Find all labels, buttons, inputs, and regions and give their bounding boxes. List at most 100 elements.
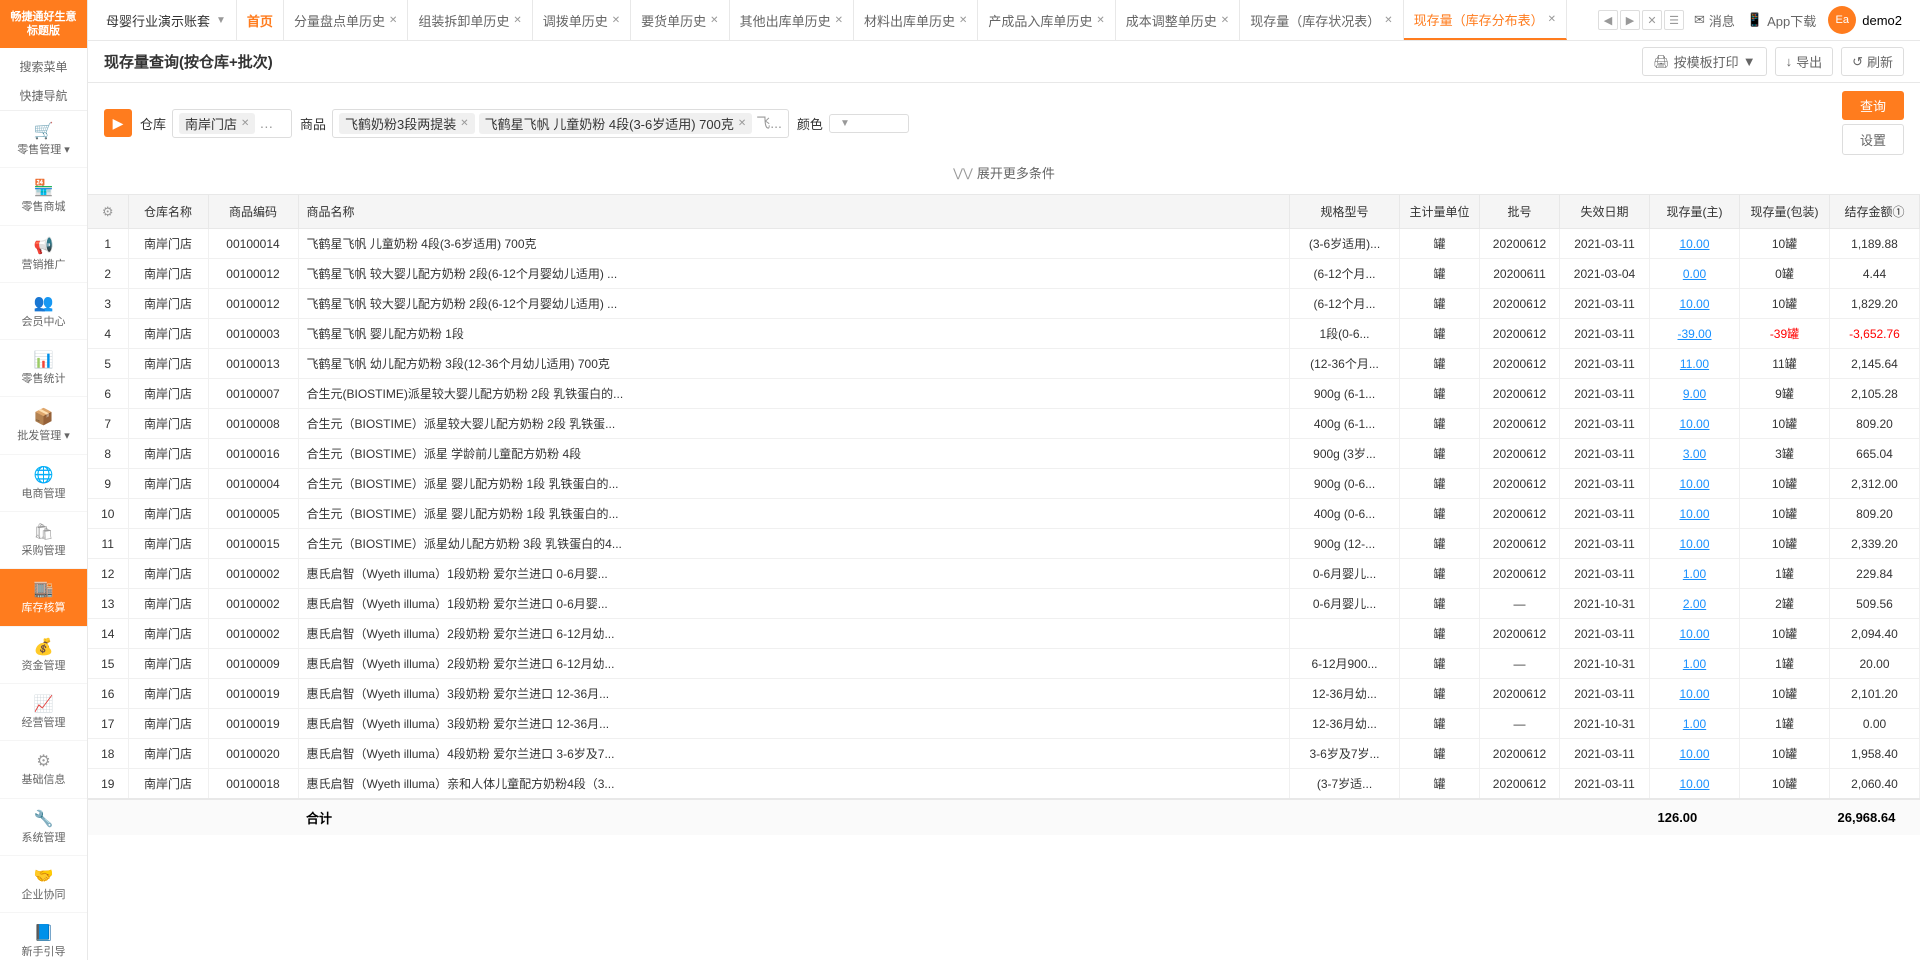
- tab-close-stock-dist[interactable]: ✕: [1548, 14, 1556, 25]
- tab-close-stock-status[interactable]: ✕: [1384, 15, 1392, 26]
- cell-r10-c1: 南岸门店: [128, 529, 208, 559]
- cell-r13-c8[interactable]: 10.00: [1650, 619, 1740, 649]
- table-row: 6南岸门店00100007合生元(BIOSTIME)派星较大婴儿配方奶粉 2段 …: [88, 379, 1920, 409]
- cell-r12-c8[interactable]: 2.00: [1650, 589, 1740, 619]
- cell-r14-c10: 20.00: [1830, 649, 1920, 679]
- cell-r5-c4: 900g (6-1...: [1290, 379, 1400, 409]
- cell-r5-c0: 6: [88, 379, 128, 409]
- product-tag-close-0[interactable]: ✕: [460, 118, 468, 129]
- tab-split[interactable]: 分量盘点单历史✕: [284, 0, 408, 40]
- tab-close-require[interactable]: ✕: [710, 15, 718, 26]
- finance-icon: 💰: [34, 637, 54, 657]
- sidebar: 畅捷通好生意 标题版 搜索菜单 快捷导航 🛒 零售管理 ▾ 🏪 零售商城 📢 营…: [0, 0, 88, 960]
- cell-r5-c8[interactable]: 9.00: [1650, 379, 1740, 409]
- tab-home[interactable]: 首页: [237, 0, 284, 40]
- warehouse-more-icon[interactable]: …: [259, 115, 273, 131]
- cell-r1-c8[interactable]: 0.00: [1650, 259, 1740, 289]
- cell-r8-c8[interactable]: 10.00: [1650, 469, 1740, 499]
- message-btn[interactable]: ✉ 消息: [1694, 11, 1735, 30]
- tab-scroll-right[interactable]: ▶: [1620, 10, 1640, 30]
- cell-r9-c8[interactable]: 10.00: [1650, 499, 1740, 529]
- tab-close-disassemble[interactable]: ✕: [513, 15, 521, 26]
- tab-stock-status[interactable]: 现存量（库存状况表）✕: [1240, 0, 1403, 40]
- export-btn[interactable]: ↓ 导出: [1775, 47, 1834, 76]
- filter-expand-btn[interactable]: ▶: [104, 109, 132, 137]
- tab-scroll-left[interactable]: ◀: [1598, 10, 1618, 30]
- cell-r6-c8[interactable]: 10.00: [1650, 409, 1740, 439]
- cell-r10-c8[interactable]: 10.00: [1650, 529, 1740, 559]
- cell-r11-c8[interactable]: 1.00: [1650, 559, 1740, 589]
- tab-label-require: 要货单历史: [641, 11, 706, 30]
- cell-r3-c8[interactable]: -39.00: [1650, 319, 1740, 349]
- table-row: 12南岸门店00100002惠氏启智（Wyeth illuma）1段奶粉 爱尔兰…: [88, 559, 1920, 589]
- cell-r14-c8[interactable]: 1.00: [1650, 649, 1740, 679]
- sidebar-item-system[interactable]: 🔧 系统管理: [0, 799, 87, 856]
- cell-r7-c8[interactable]: 3.00: [1650, 439, 1740, 469]
- tab-stock-dist[interactable]: 现存量（库存分布表）✕: [1404, 0, 1567, 40]
- quick-nav[interactable]: 快捷导航: [0, 81, 87, 111]
- tab-require[interactable]: 要货单历史 ✕: [631, 0, 729, 40]
- product-filter-input[interactable]: 飞鹤奶粉3段两提装✕飞鹤星飞帆 儿童奶粉 4段(3-6岁适用) 700克✕飞..…: [332, 109, 789, 138]
- user-menu[interactable]: Ea demo2: [1828, 6, 1902, 34]
- sidebar-item-ecom[interactable]: 🌐 电商管理: [0, 455, 87, 512]
- sidebar-item-marketing[interactable]: 📢 营销推广: [0, 226, 87, 283]
- warehouse-filter-input[interactable]: 南岸门店 ✕ …: [172, 109, 292, 138]
- table-row: 13南岸门店00100002惠氏启智（Wyeth illuma）1段奶粉 爱尔兰…: [88, 589, 1920, 619]
- settings-icon[interactable]: ⚙: [102, 204, 114, 219]
- warehouse-filter-group: 仓库 南岸门店 ✕ …: [140, 109, 292, 138]
- sidebar-item-purchase[interactable]: 🛍 采购管理: [0, 512, 87, 569]
- logo-text: 畅捷通好生意: [11, 10, 77, 24]
- sidebar-item-retail-shop[interactable]: 🏪 零售商城: [0, 168, 87, 225]
- tab-close-material-out[interactable]: ✕: [959, 15, 967, 26]
- tab-material-out[interactable]: 材料出库单历史✕: [854, 0, 978, 40]
- cell-r16-c6: —: [1480, 709, 1560, 739]
- tab-close-other-out[interactable]: ✕: [835, 15, 843, 26]
- tab-disassemble[interactable]: 组装拆卸单历史✕: [408, 0, 532, 40]
- sidebar-item-member[interactable]: 👥 会员中心: [0, 283, 87, 340]
- sidebar-item-retail-stat[interactable]: 📊 零售统计: [0, 340, 87, 397]
- cell-r0-c8[interactable]: 10.00: [1650, 229, 1740, 259]
- color-filter-input[interactable]: ▼: [829, 114, 909, 133]
- search-entry[interactable]: 搜索菜单: [0, 48, 87, 81]
- cell-r8-c7: 2021-03-11: [1560, 469, 1650, 499]
- top-navigation: 母婴行业演示账套 ▼ 首页分量盘点单历史✕组装拆卸单历史✕调拨单历史✕要货单历史…: [88, 0, 1920, 41]
- cell-r18-c8[interactable]: 10.00: [1650, 769, 1740, 800]
- tab-cost-adjust[interactable]: 成本调整单历史✕: [1116, 0, 1240, 40]
- app-download-btn[interactable]: 📱 App下载: [1747, 11, 1816, 30]
- sidebar-item-finance[interactable]: 💰 资金管理: [0, 627, 87, 684]
- settings-btn[interactable]: 设置: [1842, 124, 1904, 155]
- tab-close-product-in[interactable]: ✕: [1096, 15, 1104, 26]
- tab-product-in[interactable]: 产成品入库单历史✕: [978, 0, 1115, 40]
- cell-r16-c8[interactable]: 1.00: [1650, 709, 1740, 739]
- tab-scroll-arrows: ◀ ▶ ✕ ☰: [1598, 10, 1684, 30]
- product-more-icon[interactable]: 飞...: [756, 113, 782, 133]
- sidebar-item-retail[interactable]: 🛒 零售管理 ▾: [0, 111, 87, 168]
- cell-r15-c8[interactable]: 10.00: [1650, 679, 1740, 709]
- tab-close-cost-adjust[interactable]: ✕: [1221, 15, 1229, 26]
- warehouse-tag-close[interactable]: ✕: [241, 118, 249, 129]
- refresh-btn[interactable]: ↺ 刷新: [1841, 47, 1904, 76]
- cell-r17-c8[interactable]: 10.00: [1650, 739, 1740, 769]
- query-btn[interactable]: 查询: [1842, 91, 1904, 120]
- tab-close-mix[interactable]: ✕: [612, 15, 620, 26]
- sidebar-item-basics[interactable]: ⚙ 基础信息: [0, 741, 87, 798]
- sidebar-item-inventory[interactable]: 🏬 库存核算: [0, 569, 87, 626]
- sidebar-item-collab[interactable]: 🤝 企业协同: [0, 856, 87, 913]
- tab-mix[interactable]: 调拨单历史✕: [533, 0, 631, 40]
- cell-r1-c2: 00100012: [208, 259, 298, 289]
- account-dropdown[interactable]: 母婴行业演示账套 ▼: [96, 0, 237, 40]
- tab-close-btn[interactable]: ✕: [1642, 10, 1662, 30]
- tab-menu-btn[interactable]: ☰: [1664, 10, 1684, 30]
- system-icon: 🔧: [34, 809, 54, 829]
- cell-r0-c5: 罐: [1400, 229, 1480, 259]
- tab-close-split[interactable]: ✕: [389, 15, 397, 26]
- product-tag-close-1[interactable]: ✕: [738, 118, 746, 129]
- sidebar-item-operations[interactable]: 📈 经营管理: [0, 684, 87, 741]
- tab-other-out[interactable]: 其他出库单历史✕: [730, 0, 854, 40]
- cell-r4-c8[interactable]: 11.00: [1650, 349, 1740, 379]
- cell-r2-c8[interactable]: 10.00: [1650, 289, 1740, 319]
- expand-more-btn[interactable]: ⋁⋁ 展开更多条件: [949, 159, 1059, 186]
- template-print-btn[interactable]: 🖨 按模板打印 ▼: [1642, 47, 1766, 76]
- sidebar-item-wholesale[interactable]: 📦 批发管理 ▾: [0, 397, 87, 454]
- sidebar-item-guide[interactable]: 📘 新手引导: [0, 913, 87, 960]
